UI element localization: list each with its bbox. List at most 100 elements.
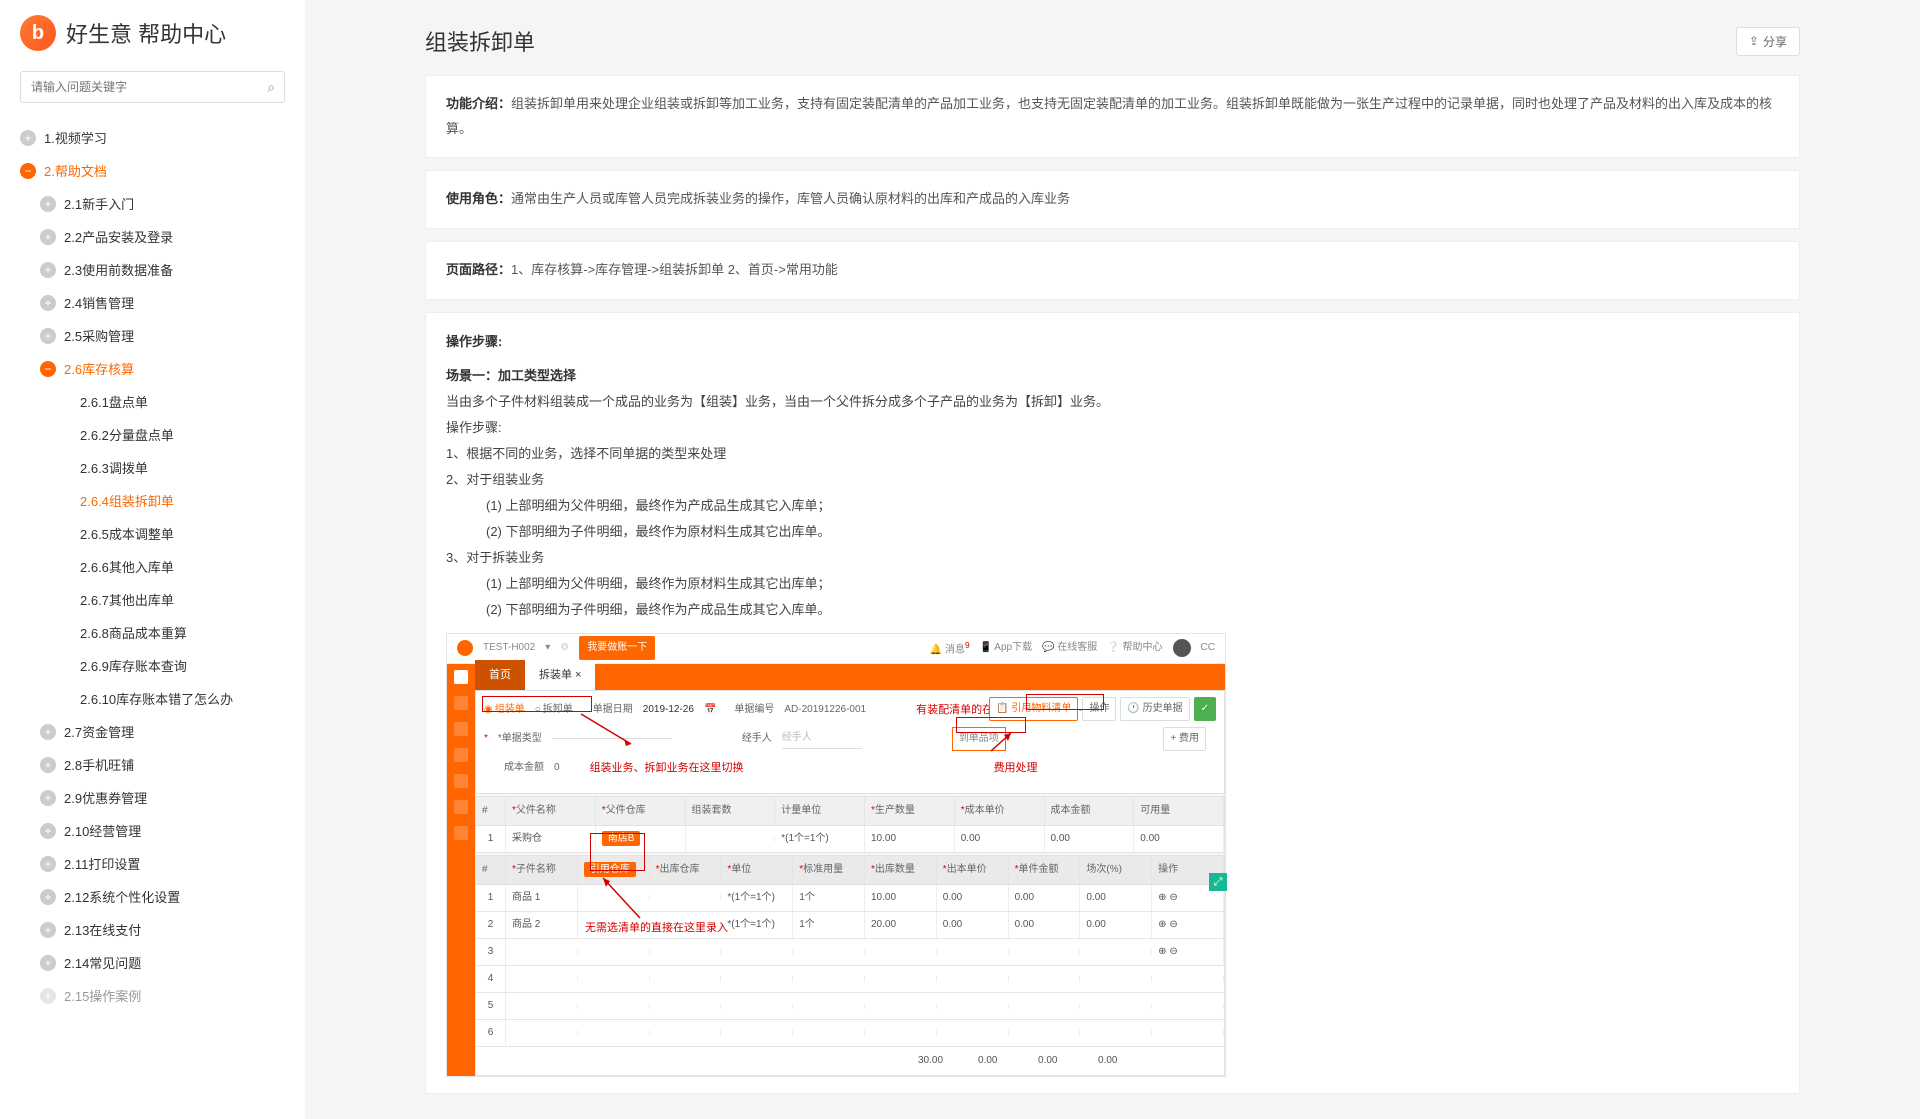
nav-2-10[interactable]: +2.10经营管理 <box>20 814 285 847</box>
ss-side-icon <box>454 800 468 814</box>
nav-2-13[interactable]: +2.13在线支付 <box>20 913 285 946</box>
step-2-2: (2) 下部明细为子件明细，最终作为原材料生成其它出库单。 <box>446 519 1779 545</box>
ss-th: 出库仓库 <box>650 856 722 884</box>
ss-doc-label: 单据编号 <box>734 700 774 720</box>
gear-icon: ⚙ <box>560 638 569 658</box>
nav-2-2[interactable]: +2.2产品安装及登录 <box>20 220 285 253</box>
avatar-icon <box>1173 639 1191 657</box>
nav-label: 2.6.2分量盘点单 <box>80 425 174 444</box>
nav-label: 2.1新手入门 <box>64 194 134 213</box>
nav-video[interactable]: +1.视频学习 <box>20 121 285 154</box>
nav-label: 2.6.3调拨单 <box>80 458 148 477</box>
ss-tab-home: 首页 <box>475 660 525 690</box>
ss-td: *(1个=1个) <box>775 826 865 852</box>
nav-2-11[interactable]: +2.11打印设置 <box>20 847 285 880</box>
nav-2-4[interactable]: +2.4销售管理 <box>20 286 285 319</box>
nav-2-6-2[interactable]: 2.6.2分量盘点单 <box>20 418 285 451</box>
nav-label: 2.6库存核算 <box>64 359 134 378</box>
nav-2-6-3[interactable]: 2.6.3调拨单 <box>20 451 285 484</box>
role-card: 使用角色：通常由生产人员或库管人员完成拆装业务的操作，库管人员确认原材料的出库和… <box>425 170 1800 229</box>
ss-th: 单位 <box>721 856 793 884</box>
nav-label: 2.6.1盘点单 <box>80 392 148 411</box>
nav-2-6-1[interactable]: 2.6.1盘点单 <box>20 385 285 418</box>
calendar-icon: 📅 <box>704 700 716 720</box>
nav-2-14[interactable]: +2.14常见问题 <box>20 946 285 979</box>
ss-th: 可用量 <box>1134 797 1224 825</box>
ss-td-op: ⊕ ⊖ <box>1152 912 1224 938</box>
ss-msg: 🔔 消息9 <box>930 637 970 660</box>
plus-icon: + <box>40 955 56 971</box>
ss-th: 场次(%) <box>1080 856 1152 884</box>
steps-card: 操作步骤: 场景一：加工类型选择 当由多个子件材料组装成一个成品的业务为【组装】… <box>425 312 1800 1094</box>
ss-total: 0.00 <box>1098 1051 1158 1071</box>
embedded-screenshot: TEST-H002 ▾ ⚙ 我要做账一下 🔔 消息9 📱 App下载 💬 在线客… <box>446 633 1226 1077</box>
nav-2-7[interactable]: +2.7资金管理 <box>20 715 285 748</box>
nav-label: 1.视频学习 <box>44 128 107 147</box>
nav-2-6-6[interactable]: 2.6.6其他入库单 <box>20 550 285 583</box>
nav-label: 2.6.6其他入库单 <box>80 557 174 576</box>
ss-date-label: 单据日期 <box>593 700 633 720</box>
nav-docs[interactable]: −2.帮助文档 <box>20 154 285 187</box>
ss-parent-table: # 父件名称 父件仓库 组装套数 计量单位 生产数量 成本单价 成本金额 可用量 <box>475 796 1225 853</box>
nav-2-6-5[interactable]: 2.6.5成本调整单 <box>20 517 285 550</box>
nav-2-12[interactable]: +2.12系统个性化设置 <box>20 880 285 913</box>
ss-app: 📱 App下载 <box>980 638 1032 658</box>
nav-2-15[interactable]: +2.15操作案例 <box>20 979 285 1012</box>
nav-2-6[interactable]: −2.6库存核算 <box>20 352 285 385</box>
ss-tab-active: 拆装单 × <box>525 660 595 690</box>
ss-td: 1个 <box>793 912 865 938</box>
nav-2-9[interactable]: +2.9优惠券管理 <box>20 781 285 814</box>
nav-2-6-4[interactable]: 2.6.4组装拆卸单 <box>20 484 285 517</box>
nav-2-8[interactable]: +2.8手机旺铺 <box>20 748 285 781</box>
search-icon[interactable]: ⌕ <box>267 79 275 96</box>
ss-child-table: # 子件名称 引用仓库 出库仓库 单位 标准用量 出库数量 出本单价 单件金额 … <box>475 855 1225 1076</box>
ss-td: 0.00 <box>1009 885 1081 911</box>
ss-td: 0.00 <box>1080 885 1152 911</box>
ss-td: 10.00 <box>865 885 937 911</box>
nav-2-3[interactable]: +2.3使用前数据准备 <box>20 253 285 286</box>
ss-td: *(1个=1个) <box>721 885 793 911</box>
nav-2-5[interactable]: +2.5采购管理 <box>20 319 285 352</box>
nav-label: 2.2产品安装及登录 <box>64 227 173 246</box>
chevron-down-icon: ▾ <box>545 638 550 658</box>
path-card: 页面路径：1、库存核算->库存管理->组装拆卸单 2、首页->常用功能 <box>425 241 1800 300</box>
ss-memo-label: *单据类型 <box>498 729 542 749</box>
ss-side-icon <box>454 826 468 840</box>
ss-side-icon <box>454 774 468 788</box>
annot-mid: 组装业务、拆卸业务在这里切换 <box>590 757 744 779</box>
share-icon: ⇪ <box>1749 34 1759 48</box>
nav-label: 2.帮助文档 <box>44 161 107 180</box>
minus-icon: − <box>20 163 36 179</box>
ss-total: 0.00 <box>1038 1051 1098 1071</box>
nav-label: 2.9优惠券管理 <box>64 788 147 807</box>
ss-th: 成本单价 <box>955 797 1045 825</box>
plus-icon: + <box>40 823 56 839</box>
search-input[interactable] <box>20 71 285 103</box>
ss-top-btn: 我要做账一下 <box>579 636 655 660</box>
ss-td: 0.00 <box>937 912 1009 938</box>
ss-handler-ph: 经手人 <box>782 728 862 749</box>
nav-2-6-9[interactable]: 2.6.9库存账本查询 <box>20 649 285 682</box>
intro-text: 组装拆卸单用来处理企业组装或拆卸等加工业务，支持有固定装配清单的产品加工业务，也… <box>446 96 1772 136</box>
ss-sidebar <box>447 664 475 1076</box>
ss-doc-value: AD-20191226-001 <box>784 700 866 720</box>
plus-icon: + <box>40 988 56 1004</box>
ss-th: 计量单位 <box>775 797 865 825</box>
plus-icon: + <box>40 328 56 344</box>
ss-help: ❔ 帮助中心 <box>1107 638 1162 658</box>
steps-title: 操作步骤: <box>446 329 1779 355</box>
nav-2-6-8[interactable]: 2.6.8商品成本重算 <box>20 616 285 649</box>
plus-icon: + <box>40 790 56 806</box>
nav-2-6-10[interactable]: 2.6.10库存账本错了怎么办 <box>20 682 285 715</box>
ss-td: 0.00 <box>937 885 1009 911</box>
search-box: ⌕ <box>20 71 285 103</box>
ss-handler-label: 经手人 <box>742 729 772 749</box>
plus-icon: + <box>40 757 56 773</box>
ss-td: *(1个=1个) <box>721 912 793 938</box>
nav-2-1[interactable]: +2.1新手入门 <box>20 187 285 220</box>
nav-2-6-7[interactable]: 2.6.7其他出库单 <box>20 583 285 616</box>
ss-th: 标准用量 <box>793 856 865 884</box>
minus-icon: − <box>40 361 56 377</box>
share-button[interactable]: ⇪分享 <box>1736 27 1800 56</box>
ss-side-icon <box>454 722 468 736</box>
